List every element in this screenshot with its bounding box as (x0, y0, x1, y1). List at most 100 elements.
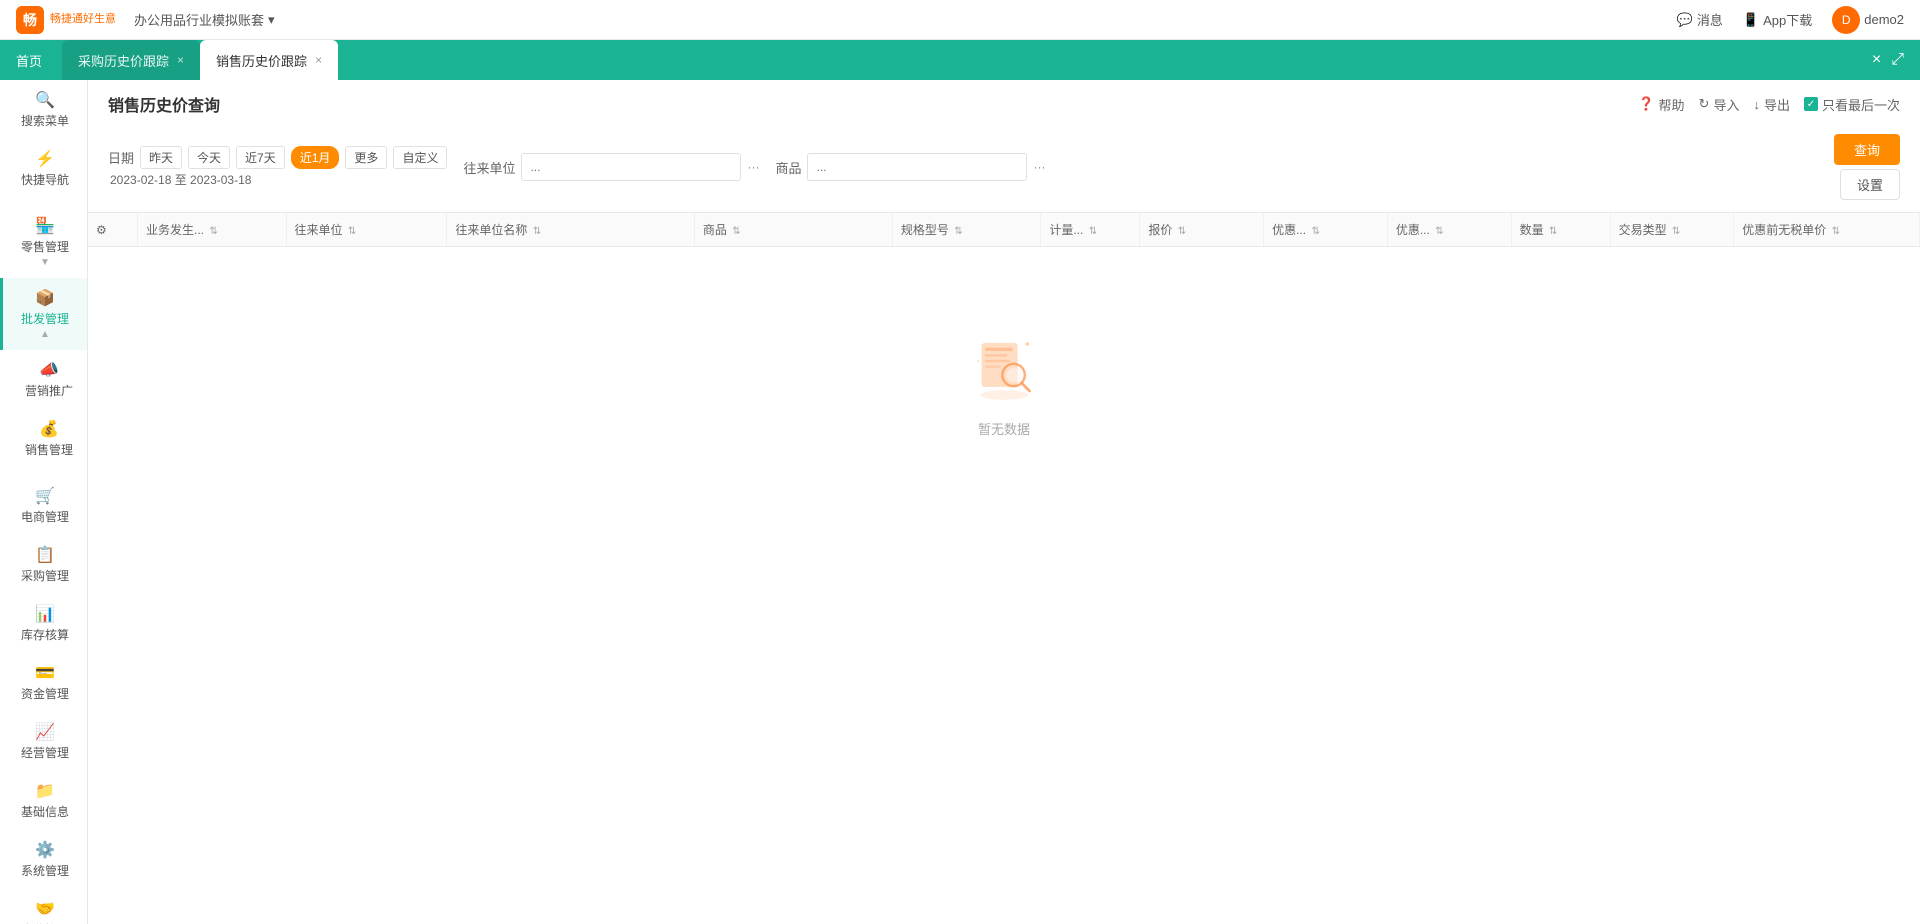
th-discount2[interactable]: 优惠... ⇅ (1387, 213, 1511, 247)
empty-text: 暂无数据 (978, 419, 1030, 438)
data-table: ⚙ 业务发生... ⇅ 往来单位 ⇅ 往来单位名称 ⇅ (88, 213, 1920, 247)
logo-icon: 畅 (16, 6, 44, 34)
sidebar-label-system: 系统管理 (21, 862, 69, 879)
sort-partner-code-icon: ⇅ (348, 226, 356, 237)
partner-filter-group: 往来单位 ··· (463, 153, 759, 181)
import-btn[interactable]: ↻ 导入 (1699, 95, 1740, 114)
sort-pretax-price-icon: ⇅ (1832, 226, 1840, 237)
sidebar-item-retail-mgmt[interactable]: 🏪 零售管理 ▼ (0, 206, 87, 278)
th-trade-type[interactable]: 交易类型 ⇅ (1610, 213, 1734, 247)
th-unit[interactable]: 计量... ⇅ (1041, 213, 1140, 247)
sidebar-item-wholesale-mgmt[interactable]: 📦 批发管理 ▲ (0, 278, 87, 350)
tab-home-label: 首页 (16, 51, 42, 70)
sort-partner-name-icon: ⇅ (533, 226, 541, 237)
date-btn-today[interactable]: 今天 (188, 146, 230, 169)
th-goods[interactable]: 商品 ⇅ (694, 213, 892, 247)
sidebar-label-retail-mgmt: 零售管理 (21, 238, 69, 255)
topbar-left: 畅 畅捷通好生意 办公用品行业模拟账套 ▾ (16, 6, 283, 34)
filter-right-actions: 查询 设置 (1834, 134, 1900, 200)
sidebar-label-basic-info: 基础信息 (21, 803, 69, 820)
th-partner-name[interactable]: 往来单位名称 ⇅ (447, 213, 694, 247)
app-download-btn[interactable]: 📱 App下载 (1743, 10, 1812, 29)
empty-illustration: ✦ ✦ (964, 327, 1044, 407)
message-icon: 💬 (1677, 12, 1693, 28)
app-selector[interactable]: 办公用品行业模拟账套 ▾ (126, 6, 283, 33)
sidebar-label-ecommerce: 电商管理 (21, 508, 69, 525)
th-qty[interactable]: 数量 ⇅ (1511, 213, 1610, 247)
svg-text:✦: ✦ (1024, 340, 1031, 349)
app-name-label: 办公用品行业模拟账套 (134, 10, 264, 29)
th-pretax-price[interactable]: 优惠前无税单价 ⇅ (1734, 213, 1920, 247)
topbar: 畅 畅捷通好生意 办公用品行业模拟账套 ▾ 💬 消息 📱 App下载 D dem… (0, 0, 1920, 40)
sidebar-item-finance[interactable]: 💳 资金管理 (0, 653, 87, 712)
page-actions: ❓ 帮助 ↻ 导入 ↓ 导出 ✓ 只看最后一次 (1638, 95, 1900, 114)
date-btn-yesterday[interactable]: 昨天 (140, 146, 182, 169)
th-spec[interactable]: 规格型号 ⇅ (892, 213, 1041, 247)
settings-btn[interactable]: 设置 (1840, 169, 1900, 200)
date-btn-custom[interactable]: 自定义 (393, 146, 447, 169)
sort-qty-icon: ⇅ (1549, 226, 1557, 237)
sidebar-label-inventory: 库存核算 (21, 626, 69, 643)
empty-state: ✦ ✦ 暂无数据 (88, 247, 1920, 518)
sort-discount2-icon: ⇅ (1435, 226, 1443, 237)
basic-info-icon: 📁 (35, 781, 55, 801)
user-menu[interactable]: D demo2 (1832, 6, 1904, 34)
sidebar-label-purchase: 采购管理 (21, 567, 69, 584)
sort-goods-icon: ⇅ (732, 226, 740, 237)
sidebar-item-search-menu[interactable]: 🔍 搜索菜单 (0, 80, 87, 139)
sidebar-item-enterprise[interactable]: 🤝 企业协同 (0, 889, 87, 924)
date-btn-1month[interactable]: 近1月 (291, 146, 340, 169)
goods-label: 商品 (775, 158, 801, 177)
tab-sales-close-icon[interactable]: × (315, 53, 322, 67)
query-btn[interactable]: 查询 (1834, 134, 1900, 165)
goods-input[interactable] (807, 153, 1027, 181)
sidebar-label-marketing: 营销推广 (25, 382, 73, 399)
sidebar-item-quick-nav[interactable]: ⚡ 快捷导航 (0, 139, 87, 198)
date-filter-group: 日期 昨天 今天 近7天 近1月 更多 自定义 2023-02-18 至 202… (108, 146, 447, 188)
partner-input[interactable] (521, 153, 741, 181)
avatar: D (1832, 6, 1860, 34)
sidebar-item-sales-mgmt[interactable]: 💰 销售管理 (0, 409, 87, 468)
sidebar-item-operations[interactable]: 📈 经营管理 (0, 712, 87, 771)
message-btn[interactable]: 💬 消息 (1677, 10, 1723, 29)
close-all-tabs-btn[interactable]: × (1872, 51, 1881, 69)
expand-tab-btn[interactable]: ⤢ (1891, 51, 1904, 69)
export-icon: ↓ (1753, 97, 1760, 112)
dropdown-arrow-icon: ▾ (268, 12, 275, 28)
tab-purchase-history[interactable]: 采购历史价跟踪 × (62, 40, 200, 80)
filter-bar: 日期 昨天 今天 近7天 近1月 更多 自定义 2023-02-18 至 202… (108, 126, 1900, 204)
inventory-icon: 📊 (35, 604, 55, 624)
search-icon: 🔍 (35, 90, 55, 110)
sidebar-item-basic-info[interactable]: 📁 基础信息 (0, 771, 87, 830)
date-label: 日期 (108, 148, 134, 167)
wholesale-arrow-icon: ▲ (40, 329, 50, 340)
sidebar-item-marketing[interactable]: 📣 营销推广 (0, 350, 87, 409)
tab-home[interactable]: 首页 (0, 40, 58, 80)
sidebar-item-inventory[interactable]: 📊 库存核算 (0, 594, 87, 653)
date-btn-7days[interactable]: 近7天 (236, 146, 285, 169)
th-discount1[interactable]: 优惠... ⇅ (1264, 213, 1388, 247)
sidebar-item-purchase[interactable]: 📋 采购管理 (0, 535, 87, 594)
sort-unit-icon: ⇅ (1089, 226, 1097, 237)
th-biz-date[interactable]: 业务发生... ⇅ (138, 213, 287, 247)
th-quote[interactable]: 报价 ⇅ (1140, 213, 1264, 247)
quick-nav-icon: ⚡ (35, 149, 55, 169)
tab-purchase-close-icon[interactable]: × (177, 53, 184, 67)
date-btn-more[interactable]: 更多 (345, 146, 387, 169)
tabbar-actions: × ⤢ (1872, 51, 1904, 69)
tab-sales-history-label: 销售历史价跟踪 (216, 51, 307, 70)
sidebar-item-ecommerce[interactable]: 🛒 电商管理 (0, 476, 87, 535)
help-btn[interactable]: ❓ 帮助 (1638, 95, 1684, 114)
sidebar-item-system[interactable]: ⚙️ 系统管理 (0, 830, 87, 889)
import-icon: ↻ (1699, 96, 1710, 112)
page-title-row: 销售历史价查询 ❓ 帮助 ↻ 导入 ↓ 导出 ✓ (108, 92, 1900, 116)
tab-sales-history[interactable]: 销售历史价跟踪 × (200, 40, 338, 80)
only-last-checkbox-group[interactable]: ✓ 只看最后一次 (1804, 95, 1900, 114)
only-last-checkbox[interactable]: ✓ (1804, 97, 1818, 111)
topbar-right: 💬 消息 📱 App下载 D demo2 (1677, 6, 1904, 34)
settings-gear-icon[interactable]: ⚙ (96, 223, 107, 237)
th-partner-code[interactable]: 往来单位 ⇅ (286, 213, 447, 247)
sidebar-label-search-menu: 搜索菜单 (21, 112, 69, 129)
th-settings: ⚙ (88, 213, 138, 247)
export-btn[interactable]: ↓ 导出 (1753, 95, 1790, 114)
